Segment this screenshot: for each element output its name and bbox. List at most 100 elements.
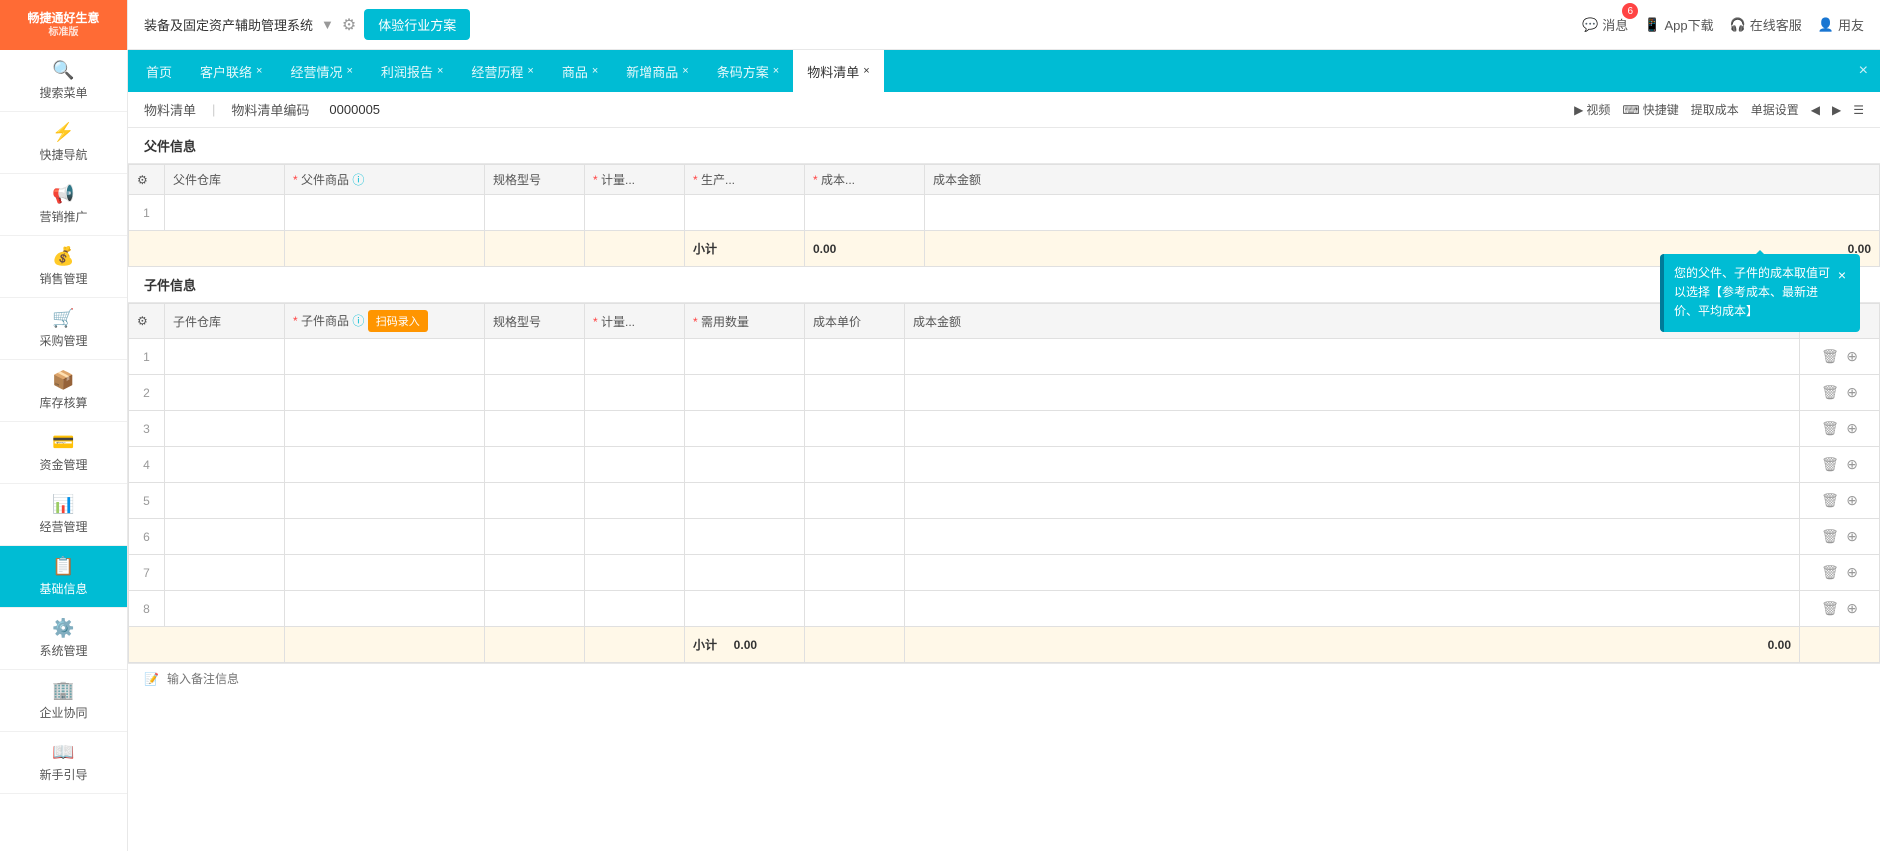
online-service-button[interactable]: 🎧 在线客服 bbox=[1730, 15, 1802, 34]
child-unit-cost-6-input[interactable] bbox=[805, 519, 904, 554]
close-all-tabs[interactable]: × bbox=[1851, 62, 1876, 80]
scan-input-button[interactable]: 扫码录入 bbox=[368, 310, 428, 332]
close-tab-customer[interactable]: × bbox=[256, 65, 262, 77]
child-row-6-warehouse[interactable] bbox=[165, 519, 285, 555]
child-warehouse-7-input[interactable] bbox=[165, 555, 284, 590]
child-unit-cost-5-input[interactable] bbox=[805, 483, 904, 518]
child-unit-cost-2-input[interactable] bbox=[805, 375, 904, 410]
child-amount-5-input[interactable] bbox=[905, 483, 1799, 518]
parent-row-1-cost[interactable] bbox=[805, 195, 925, 231]
child-row-5-amount[interactable] bbox=[905, 483, 1800, 519]
child-row-1-amount[interactable] bbox=[905, 339, 1800, 375]
child-amount-8-input[interactable] bbox=[905, 591, 1799, 626]
child-row-8-product[interactable] bbox=[285, 591, 485, 627]
child-row-3-product[interactable] bbox=[285, 411, 485, 447]
child-row-6-need-qty[interactable] bbox=[685, 519, 805, 555]
parent-row-1-unit[interactable] bbox=[585, 195, 685, 231]
sidebar-item-enterprise[interactable]: 🏢 企业协同 bbox=[0, 670, 127, 732]
child-row-4-product[interactable] bbox=[285, 447, 485, 483]
sidebar-item-guide[interactable]: 📖 新手引导 bbox=[0, 732, 127, 794]
child-amount-7-input[interactable] bbox=[905, 555, 1799, 590]
parent-row-1-prod[interactable] bbox=[685, 195, 805, 231]
child-spec-2-input[interactable] bbox=[485, 375, 584, 410]
child-row-6-unit[interactable] bbox=[585, 519, 685, 555]
child-unit-8-input[interactable] bbox=[585, 591, 684, 626]
child-row-2-need-qty[interactable] bbox=[685, 375, 805, 411]
close-tab-barcode[interactable]: × bbox=[773, 65, 779, 77]
parent-row-1-warehouse[interactable] bbox=[165, 195, 285, 231]
tab-operations[interactable]: 经营情况 × bbox=[276, 50, 366, 92]
child-row-7-unit-cost[interactable] bbox=[805, 555, 905, 591]
child-warehouse-5-input[interactable] bbox=[165, 483, 284, 518]
sidebar-item-system[interactable]: ⚙️ 系统管理 bbox=[0, 608, 127, 670]
child-amount-2-input[interactable] bbox=[905, 375, 1799, 410]
child-row-4-unit[interactable] bbox=[585, 447, 685, 483]
child-row-8-spec[interactable] bbox=[485, 591, 585, 627]
child-product-5-input[interactable] bbox=[285, 483, 484, 518]
child-need-qty-6-input[interactable] bbox=[685, 519, 804, 554]
child-row-6-amount[interactable] bbox=[905, 519, 1800, 555]
child-product-3-input[interactable] bbox=[285, 411, 484, 446]
app-download-button[interactable]: 📱 App下载 bbox=[1644, 15, 1713, 34]
parent-row-1-amount[interactable] bbox=[925, 195, 1880, 231]
delete-row-6-button[interactable]: 🗑 bbox=[1821, 528, 1839, 544]
child-unit-3-input[interactable] bbox=[585, 411, 684, 446]
close-tab-profit[interactable]: × bbox=[437, 65, 443, 77]
child-unit-cost-3-input[interactable] bbox=[805, 411, 904, 446]
child-row-3-spec[interactable] bbox=[485, 411, 585, 447]
child-row-1-product[interactable] bbox=[285, 339, 485, 375]
child-product-6-input[interactable] bbox=[285, 519, 484, 554]
copy-row-6-button[interactable]: ⊕ bbox=[1846, 528, 1858, 544]
child-unit-6-input[interactable] bbox=[585, 519, 684, 554]
child-need-qty-7-input[interactable] bbox=[685, 555, 804, 590]
delete-row-5-button[interactable]: 🗑 bbox=[1821, 492, 1839, 508]
tab-customer[interactable]: 客户联络 × bbox=[186, 50, 276, 92]
sidebar-item-marketing[interactable]: 📢 营销推广 bbox=[0, 174, 127, 236]
sidebar-item-quick-nav[interactable]: ⚡ 快捷导航 bbox=[0, 112, 127, 174]
child-row-1-need-qty[interactable] bbox=[685, 339, 805, 375]
close-tab-operations[interactable]: × bbox=[346, 65, 352, 77]
parent-spec-input[interactable] bbox=[485, 195, 584, 230]
child-unit-7-input[interactable] bbox=[585, 555, 684, 590]
child-row-2-unit-cost[interactable] bbox=[805, 375, 905, 411]
child-row-7-warehouse[interactable] bbox=[165, 555, 285, 591]
parent-product-input[interactable] bbox=[285, 195, 484, 230]
parent-row-1-spec[interactable] bbox=[485, 195, 585, 231]
child-amount-4-input[interactable] bbox=[905, 447, 1799, 482]
video-button[interactable]: ▶ 视频 bbox=[1574, 101, 1610, 118]
child-warehouse-2-input[interactable] bbox=[165, 375, 284, 410]
child-row-6-unit-cost[interactable] bbox=[805, 519, 905, 555]
tab-profit[interactable]: 利润报告 × bbox=[367, 50, 457, 92]
child-row-3-amount[interactable] bbox=[905, 411, 1800, 447]
breadcrumb-bom[interactable]: 物料清单 bbox=[144, 100, 196, 119]
child-spec-5-input[interactable] bbox=[485, 483, 584, 518]
child-unit-4-input[interactable] bbox=[585, 447, 684, 482]
child-warehouse-3-input[interactable] bbox=[165, 411, 284, 446]
tab-home[interactable]: 首页 bbox=[132, 50, 186, 92]
child-row-8-warehouse[interactable] bbox=[165, 591, 285, 627]
tab-new-goods[interactable]: 新增商品 × bbox=[612, 50, 702, 92]
sidebar-item-search[interactable]: 🔍 搜索菜单 bbox=[0, 50, 127, 112]
child-amount-3-input[interactable] bbox=[905, 411, 1799, 446]
child-spec-8-input[interactable] bbox=[485, 591, 584, 626]
sidebar-item-purchase[interactable]: 🛒 采购管理 bbox=[0, 298, 127, 360]
child-need-qty-8-input[interactable] bbox=[685, 591, 804, 626]
nav-next-button[interactable]: ▶ bbox=[1832, 103, 1841, 117]
copy-row-3-button[interactable]: ⊕ bbox=[1846, 420, 1858, 436]
child-row-7-need-qty[interactable] bbox=[685, 555, 805, 591]
child-row-6-spec[interactable] bbox=[485, 519, 585, 555]
child-row-1-unit-cost[interactable] bbox=[805, 339, 905, 375]
child-product-7-input[interactable] bbox=[285, 555, 484, 590]
extract-cost-button[interactable]: 提取成本 bbox=[1691, 101, 1739, 118]
parent-prod-input[interactable] bbox=[685, 195, 804, 230]
shortcut-button[interactable]: ⌨ 快捷键 bbox=[1622, 101, 1678, 118]
child-warehouse-6-input[interactable] bbox=[165, 519, 284, 554]
child-row-5-unit[interactable] bbox=[585, 483, 685, 519]
copy-row-2-button[interactable]: ⊕ bbox=[1846, 384, 1858, 400]
message-button[interactable]: 💬 消息 6 bbox=[1582, 15, 1628, 34]
child-row-3-warehouse[interactable] bbox=[165, 411, 285, 447]
close-tab-history[interactable]: × bbox=[527, 65, 533, 77]
child-row-2-product[interactable] bbox=[285, 375, 485, 411]
child-product-4-input[interactable] bbox=[285, 447, 484, 482]
copy-row-4-button[interactable]: ⊕ bbox=[1846, 456, 1858, 472]
